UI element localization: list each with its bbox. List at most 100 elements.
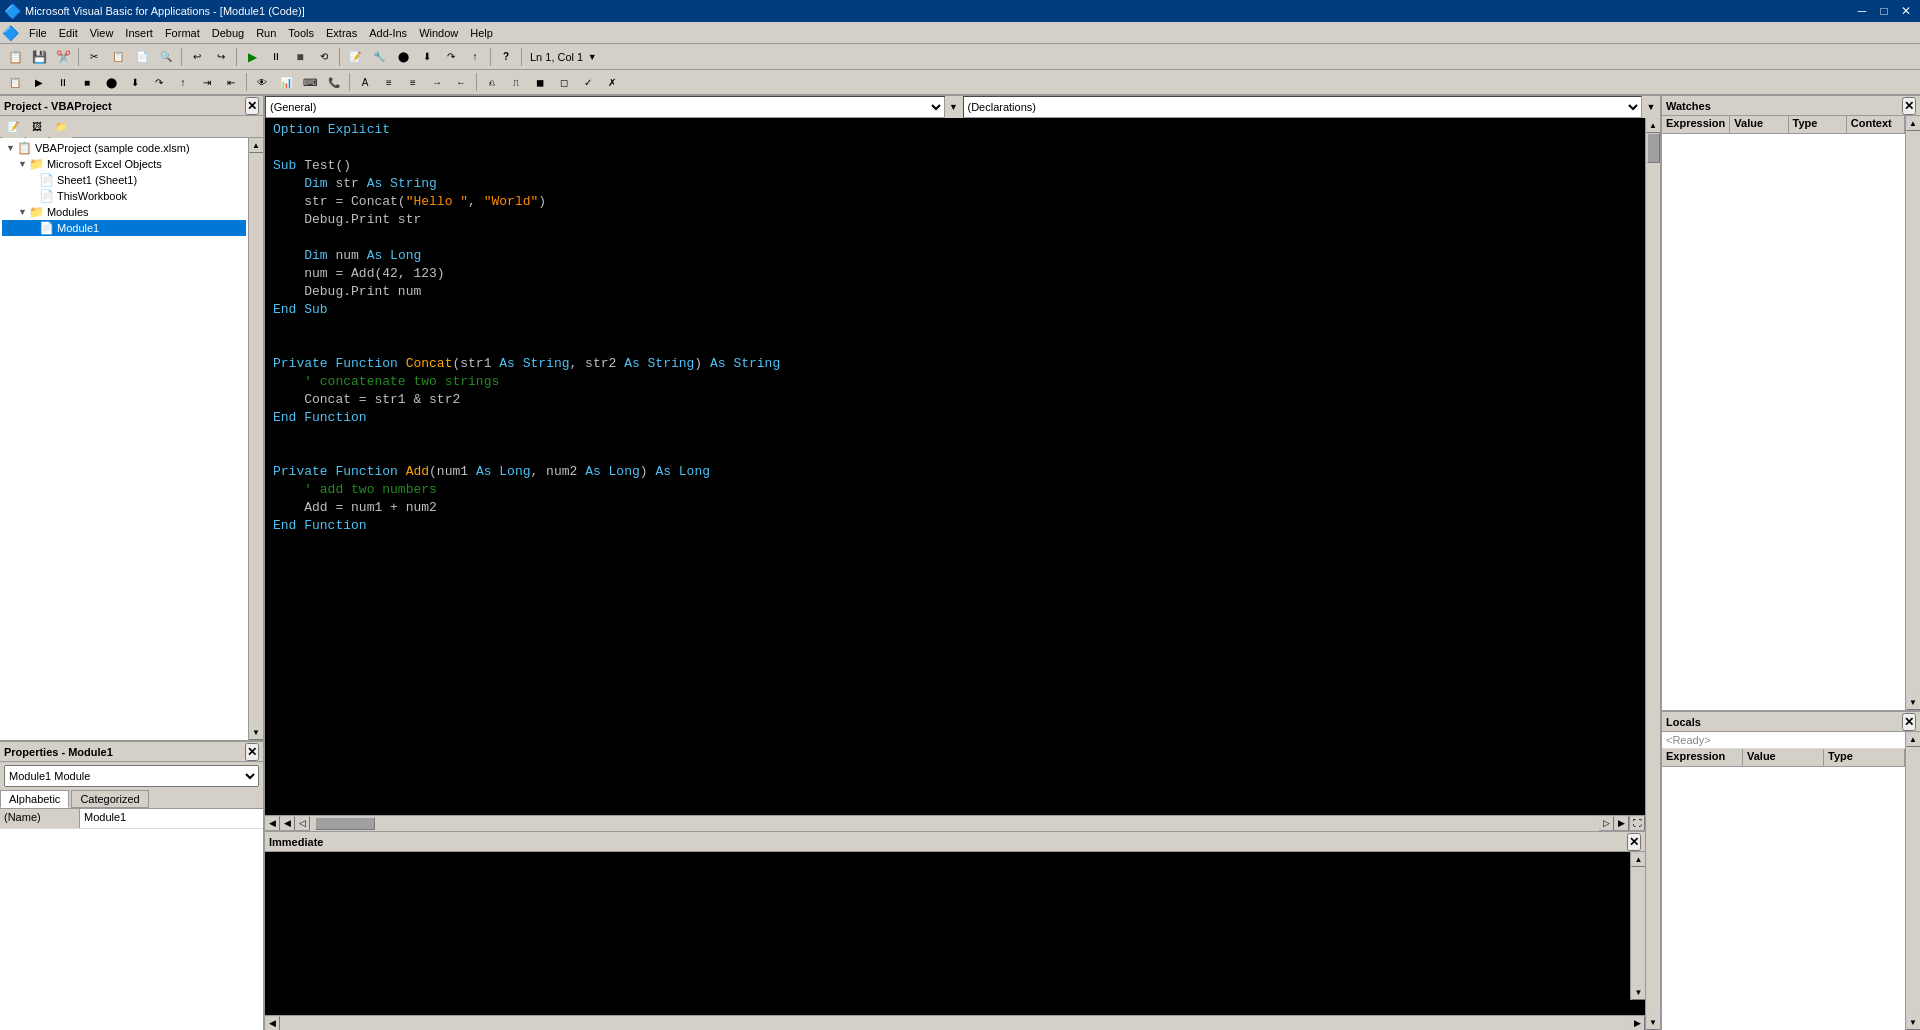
toolbar2-toggle3[interactable]: ◼	[529, 71, 551, 93]
toolbar2-watches[interactable]: 👁	[251, 71, 273, 93]
project-vscroll-track[interactable]	[249, 153, 264, 725]
code-object-dropdown[interactable]: (General)	[265, 96, 945, 118]
toolbar2-btn8[interactable]: ↑	[172, 71, 194, 93]
code-hscroll-left3[interactable]: ◁	[295, 816, 310, 831]
code-hscroll-left[interactable]: ◀	[265, 816, 280, 831]
toolbar2-callstack[interactable]: 📞	[323, 71, 345, 93]
toolbar-stepinto[interactable]: ⬇	[416, 46, 438, 68]
app-restore-button[interactable]: □	[1874, 3, 1894, 19]
toolbar2-extra3[interactable]: ≡	[402, 71, 424, 93]
code-editor[interactable]: Option Explicit Sub Test() Dim str As St…	[265, 118, 1645, 815]
toolbar-stop[interactable]: ■	[289, 46, 311, 68]
toolbar-cut[interactable]: ✂	[83, 46, 105, 68]
toolbar-run[interactable]: ▶	[241, 46, 263, 68]
toolbar2-toggle6[interactable]: ✗	[601, 71, 623, 93]
code-proc-dropdown-btn[interactable]: ▼	[1642, 96, 1660, 118]
code-hscroll-right[interactable]: ▶	[1614, 816, 1629, 831]
immediate-vscroll-down[interactable]: ▼	[1631, 985, 1645, 1000]
toolbar-stepover[interactable]: ↷	[440, 46, 462, 68]
toolbar2-btn1[interactable]: 📋	[4, 71, 26, 93]
menu-debug[interactable]: Debug	[206, 25, 250, 41]
menu-extras[interactable]: Extras	[320, 25, 363, 41]
toolbar2-toggle4[interactable]: ◻	[553, 71, 575, 93]
toolbar2-btn2[interactable]: ▶	[28, 71, 50, 93]
watches-vscroll-track[interactable]	[1906, 131, 1921, 695]
code-vscroll-up[interactable]: ▲	[1646, 118, 1661, 133]
toolbar-macro[interactable]: 🔧	[368, 46, 390, 68]
code-vscroll-down[interactable]: ▼	[1646, 1015, 1661, 1030]
locals-vscroll-track[interactable]	[1906, 747, 1921, 1015]
toolbar-pause[interactable]: ⏸	[265, 46, 287, 68]
toolbar-find[interactable]: 🔍	[155, 46, 177, 68]
toolbar2-btn5[interactable]: ⬤	[100, 71, 122, 93]
toolbar-pos-dropdown[interactable]: ▼	[585, 46, 599, 68]
toolbar2-extra1[interactable]: A	[354, 71, 376, 93]
toolbar-redo[interactable]: ↪	[210, 46, 232, 68]
app-close-button[interactable]: ✕	[1896, 3, 1916, 19]
project-view-object[interactable]: 🖼	[26, 116, 48, 138]
tree-item-sheet1[interactable]: ▷ 📄 Sheet1 (Sheet1)	[2, 172, 246, 188]
properties-object-select[interactable]: Module1 Module	[4, 765, 259, 787]
toolbar2-locals[interactable]: 📊	[275, 71, 297, 93]
watches-vscroll-up[interactable]: ▲	[1906, 116, 1921, 131]
code-hscroll-right3[interactable]: ▷	[1599, 816, 1614, 831]
menu-edit[interactable]: Edit	[53, 25, 84, 41]
toolbar2-btn9[interactable]: ⇥	[196, 71, 218, 93]
toolbar-breakpoint[interactable]: ⬤	[392, 46, 414, 68]
menu-view[interactable]: View	[84, 25, 120, 41]
immediate-close-button[interactable]: ✕	[1627, 833, 1641, 851]
toolbar2-toggle5[interactable]: ✓	[577, 71, 599, 93]
project-vscroll-up[interactable]: ▲	[249, 138, 264, 153]
toolbar2-btn7[interactable]: ↷	[148, 71, 170, 93]
tree-item-modules[interactable]: ▼ 📁 Modules	[2, 204, 246, 220]
code-proc-dropdown[interactable]: (Declarations)	[963, 96, 1643, 118]
app-minimize-button[interactable]: ─	[1852, 3, 1872, 19]
toolbar2-toggle2[interactable]: ⎍	[505, 71, 527, 93]
toolbar-stepout[interactable]: ↑	[464, 46, 486, 68]
tab-categorized[interactable]: Categorized	[71, 790, 148, 808]
menu-insert[interactable]: Insert	[119, 25, 159, 41]
immediate-vscroll-up[interactable]: ▲	[1631, 852, 1645, 867]
toolbar2-indent[interactable]: →	[426, 71, 448, 93]
props-col-name-value[interactable]: Module1	[80, 809, 263, 828]
immediate-hscroll-right[interactable]: ▶	[1630, 1016, 1645, 1031]
tree-item-vbaproject[interactable]: ▼ 📋 VBAProject (sample code.xlsm)	[2, 140, 246, 156]
tree-item-module1[interactable]: ▷ 📄 Module1	[2, 220, 246, 236]
project-vscroll-down[interactable]: ▼	[249, 725, 264, 740]
toolbar-btn-3[interactable]: ✂️	[52, 46, 74, 68]
locals-vscroll-up[interactable]: ▲	[1906, 732, 1921, 747]
locals-panel-close-button[interactable]: ✕	[1902, 713, 1916, 731]
toolbar2-outdent[interactable]: ←	[450, 71, 472, 93]
code-hscroll-expand[interactable]: ⛶	[1630, 816, 1645, 831]
watches-vscroll-down[interactable]: ▼	[1906, 695, 1921, 710]
menu-help[interactable]: Help	[464, 25, 499, 41]
project-view-code[interactable]: 📝	[2, 116, 24, 138]
locals-vscroll-down[interactable]: ▼	[1906, 1015, 1921, 1030]
toolbar2-btn10[interactable]: ⇤	[220, 71, 242, 93]
toolbar2-btn4[interactable]: ■	[76, 71, 98, 93]
tree-item-excel-objects[interactable]: ▼ 📁 Microsoft Excel Objects	[2, 156, 246, 172]
immediate-hscroll-track[interactable]	[280, 1017, 1630, 1030]
toolbar2-toggle1[interactable]: ⎌	[481, 71, 503, 93]
menu-run[interactable]: Run	[250, 25, 282, 41]
code-hscroll-track[interactable]	[310, 816, 1599, 831]
toolbar-paste[interactable]: 📄	[131, 46, 153, 68]
project-panel-close-button[interactable]: ✕	[245, 97, 259, 115]
project-toggle-folders[interactable]: 📁	[50, 116, 72, 138]
toolbar-help[interactable]: ?	[495, 46, 517, 68]
toolbar-copy[interactable]: 📋	[107, 46, 129, 68]
watches-panel-close-button[interactable]: ✕	[1902, 97, 1916, 115]
code-vscroll-thumb[interactable]	[1647, 133, 1660, 163]
properties-panel-close-button[interactable]: ✕	[245, 743, 259, 761]
menu-file[interactable]: File	[23, 25, 53, 41]
code-hscroll-thumb[interactable]	[315, 817, 375, 830]
menu-addins[interactable]: Add-Ins	[363, 25, 413, 41]
tab-alphabetic[interactable]: Alphabetic	[0, 790, 69, 808]
toolbar2-extra2[interactable]: ≡	[378, 71, 400, 93]
menu-window[interactable]: Window	[413, 25, 464, 41]
toolbar2-immediate[interactable]: ⌨	[299, 71, 321, 93]
code-object-dropdown-btn[interactable]: ▼	[945, 96, 963, 118]
toolbar-reset[interactable]: ⟲	[313, 46, 335, 68]
immediate-body[interactable]: ▲ ▼	[265, 852, 1645, 1015]
immediate-hscroll-left[interactable]: ◀	[265, 1016, 280, 1031]
